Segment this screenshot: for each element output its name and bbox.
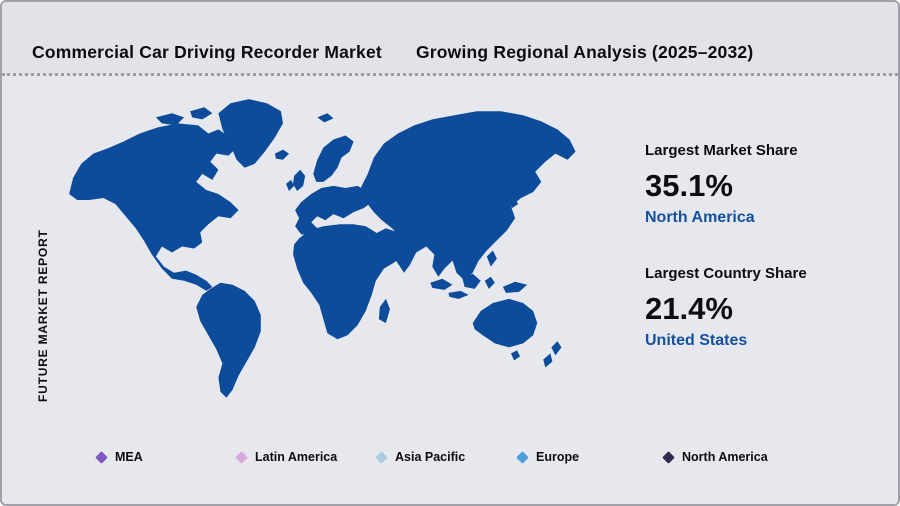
greenland [218,99,283,168]
legend-label: MEA [115,450,143,464]
legend-marker-diamond [235,450,248,464]
legend-item-asia-pacific: Asia Pacific [375,448,466,466]
legend-marker-diamond [95,450,108,464]
page-title-market: Commercial Car Driving Recorder Market [32,42,382,62]
continent-north-america [69,123,239,291]
legend-item-europe: Europe [516,448,580,466]
legend-marker-diamond [375,450,388,464]
header: Commercial Car Driving Recorder Market G… [2,2,898,76]
continent-australia [472,298,538,361]
infographic-frame: Commercial Car Driving Recorder Market G… [0,0,900,506]
legend-item-latin-america: Latin America [235,448,338,466]
stat-value: 35.1% [645,168,733,203]
legend-marker-diamond [516,450,529,464]
legend-label: Latin America [255,450,338,464]
madagascar [378,298,390,324]
brand-vertical-label: FUTURE MARKET REPORT [36,229,50,402]
stats-panel: Largest Market Share 35.1% North America… [645,142,885,350]
continents [69,99,576,398]
page-title-analysis: Growing Regional Analysis (2025–2032) [415,42,754,62]
stat-largest-market-share: Largest Market Share 35.1% North America [645,142,885,227]
legend: MEA Latin America Asia Pacific Europe No… [2,448,898,466]
world-map-svg [69,99,576,398]
stat-label: Largest Country Share [645,265,807,282]
legend-label: Asia Pacific [395,450,466,464]
stat-largest-country-share: Largest Country Share 21.4% United State… [645,265,885,350]
stat-value: 21.4% [645,291,733,326]
stat-region: United States [645,332,748,349]
legend-item-mea: MEA [95,448,143,466]
continent-south-america [196,282,261,398]
new-zealand [543,341,562,368]
scandinavia [313,135,354,182]
legend-label: Europe [536,450,580,464]
stat-region: North America [645,209,755,226]
british-isles [286,169,306,191]
world-map [59,94,624,409]
legend-marker-diamond [662,450,675,464]
legend-label: North America [682,450,768,464]
legend-item-north-america: North America [662,448,768,466]
stat-label: Largest Market Share [645,142,798,159]
